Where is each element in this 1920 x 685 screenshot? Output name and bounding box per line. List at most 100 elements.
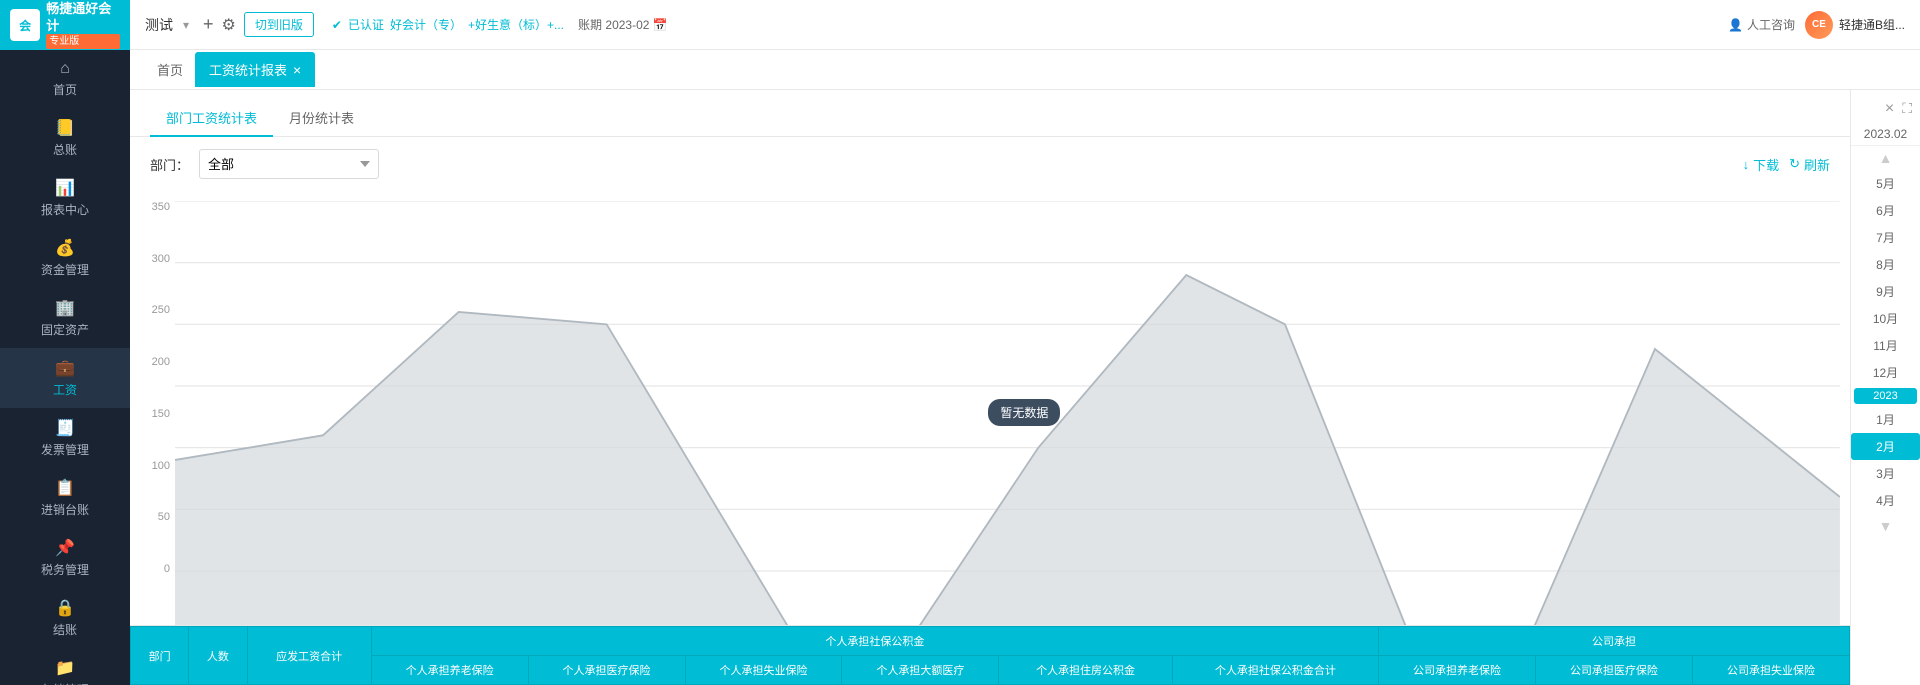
month-10[interactable]: 10月: [1851, 305, 1920, 332]
funds-icon: 💰: [55, 238, 75, 258]
sidebar-item-reports[interactable]: 📊 报表中心: [0, 168, 130, 228]
sidebar-label-funds: 资金管理: [41, 261, 89, 278]
panel-expand-icon[interactable]: ⛶: [1902, 100, 1912, 118]
home-icon: ⌂: [60, 60, 70, 78]
refresh-icon: ↻: [1789, 156, 1800, 172]
sidebar-item-sales[interactable]: 📋 进销台账: [0, 468, 130, 528]
tab-close-icon[interactable]: ×: [293, 62, 301, 78]
month-3[interactable]: 3月: [1851, 460, 1920, 487]
sidebar-item-tax[interactable]: 📌 税务管理: [0, 528, 130, 588]
year-2023-badge: 2023: [1854, 388, 1916, 404]
user-name: 轻捷通B组...: [1839, 16, 1905, 33]
account-type: 好会计（专）: [390, 16, 462, 33]
ledger-icon: 📒: [55, 118, 75, 138]
toolbar-left: 部门： 全部: [150, 149, 379, 179]
dept-label: 部门：: [150, 155, 189, 174]
content-area: 首页 工资统计报表 × 部门工资统计表 月份统计表 部门： 全部: [130, 50, 1920, 685]
col-personal-medical: 个人承担医疗保险: [528, 656, 685, 685]
sidebar-item-home[interactable]: ⌂ 首页: [0, 50, 130, 108]
page-inner: 部门工资统计表 月份统计表 部门： 全部 ↓ 下载: [130, 90, 1850, 685]
y-label-0: 0: [135, 563, 170, 575]
month-4[interactable]: 4月: [1851, 487, 1920, 514]
subtab-dept[interactable]: 部门工资统计表: [150, 100, 273, 137]
refresh-button[interactable]: ↻ 刷新: [1789, 155, 1830, 174]
col-group-personal: 个人承担社保公积金: [371, 627, 1378, 656]
sidebar-item-archive[interactable]: 📁 归档管理: [0, 648, 130, 685]
tab-label: 工资统计报表: [209, 60, 287, 79]
switch-version-button[interactable]: 切到旧版: [244, 12, 314, 37]
col-group-company: 公司承担: [1379, 627, 1850, 656]
tax-icon: 📌: [55, 538, 75, 558]
sidebar-label-home: 首页: [53, 81, 77, 98]
sidebar: 会 畅捷通好会计 专业版 ⌂ 首页 📒 总账 📊 报表中心 💰 资金管理 🏢 固…: [0, 0, 130, 685]
col-personal-unemployment: 个人承担失业保险: [685, 656, 842, 685]
salary-icon: 💼: [55, 358, 75, 378]
topbar-right: 👤 人工咨询 CE 轻捷通B组...: [1728, 11, 1905, 39]
help-button[interactable]: 👤 人工咨询: [1728, 16, 1795, 33]
main-content: 测试 ▾ + ⚙ 切到旧版 ✔ 已认证 好会计（专） +好生意（标）+... 账…: [130, 0, 1920, 685]
col-dept: 部门: [131, 627, 189, 685]
next-period-icon[interactable]: ▼: [1875, 514, 1897, 538]
col-personal-large-medical: 个人承担大额医疗: [842, 656, 999, 685]
col-personal-housing: 个人承担住房公积金: [999, 656, 1172, 685]
user-menu[interactable]: CE 轻捷通B组...: [1805, 11, 1905, 39]
month-1[interactable]: 1月: [1851, 406, 1920, 433]
topbar-status: ✔ 已认证 好会计（专） +好生意（标）+...: [332, 16, 564, 33]
month-6[interactable]: 6月: [1851, 197, 1920, 224]
sidebar-label-closing: 结账: [53, 621, 77, 638]
sales-icon: 📋: [55, 478, 75, 498]
prev-period-icon[interactable]: ▲: [1875, 146, 1897, 170]
help-icon: 👤: [1728, 18, 1743, 32]
topbar: 测试 ▾ + ⚙ 切到旧版 ✔ 已认证 好会计（专） +好生意（标）+... 账…: [130, 0, 1920, 50]
right-panel: × ⛶ 2023.02 ▲ 5月 6月 7月 8月 9月 10月 11月 12月…: [1850, 90, 1920, 685]
period-label: 账期 2023-02 📅: [578, 16, 668, 33]
month-8[interactable]: 8月: [1851, 251, 1920, 278]
month-7[interactable]: 7月: [1851, 224, 1920, 251]
sidebar-label-tax: 税务管理: [41, 561, 89, 578]
month-2-active[interactable]: 2月: [1851, 433, 1920, 460]
y-label-200: 200: [135, 356, 170, 368]
panel-close-icon[interactable]: ×: [1885, 100, 1894, 118]
sidebar-label-ledger: 总账: [53, 141, 77, 158]
subtabs: 部门工资统计表 月份统计表: [130, 90, 1850, 137]
download-button[interactable]: ↓ 下载: [1743, 155, 1780, 174]
archive-icon: 📁: [55, 658, 75, 678]
logo-name: 畅捷通好会计: [46, 1, 120, 35]
sidebar-item-closing[interactable]: 🔒 结账: [0, 588, 130, 648]
sidebar-label-reports: 报表中心: [41, 201, 89, 218]
company-dropdown-icon[interactable]: ▾: [183, 18, 189, 32]
logo-edition: 专业版: [46, 34, 120, 49]
subtab-monthly[interactable]: 月份统计表: [273, 100, 370, 137]
col-company-medical: 公司承担医疗保险: [1535, 656, 1692, 685]
toolbar: 部门： 全部 ↓ 下载 ↻ 刷新: [130, 137, 1850, 191]
assets-icon: 🏢: [55, 298, 75, 318]
closing-icon: 🔒: [55, 598, 75, 618]
sidebar-label-invoice: 发票管理: [41, 441, 89, 458]
sidebar-label-archive: 归档管理: [41, 681, 89, 685]
area-chart: [175, 201, 1840, 625]
status-label: 已认证: [348, 16, 384, 33]
month-5[interactable]: 5月: [1851, 170, 1920, 197]
sidebar-item-funds[interactable]: 💰 资金管理: [0, 228, 130, 288]
chart-area: 0 50 100 150 200 250 300 350: [130, 191, 1850, 625]
sidebar-item-salary[interactable]: 💼 工资: [0, 348, 130, 408]
sidebar-item-assets[interactable]: 🏢 固定资产: [0, 288, 130, 348]
tab-home[interactable]: 首页: [145, 52, 195, 87]
tab-salary-report[interactable]: 工资统计报表 ×: [195, 52, 315, 87]
sidebar-logo: 会 畅捷通好会计 专业版: [0, 0, 130, 50]
add-button[interactable]: +: [203, 14, 214, 35]
sidebar-item-invoice[interactable]: 🧾 发票管理: [0, 408, 130, 468]
certified-icon: ✔: [332, 18, 342, 32]
dept-select[interactable]: 全部: [199, 149, 379, 179]
month-12[interactable]: 12月: [1851, 359, 1920, 386]
sidebar-label-sales: 进销台账: [41, 501, 89, 518]
sidebar-item-ledger[interactable]: 📒 总账: [0, 108, 130, 168]
month-11[interactable]: 11月: [1851, 332, 1920, 359]
settings-icon[interactable]: ⚙: [222, 15, 236, 35]
col-count: 人数: [189, 627, 247, 685]
col-total-salary: 应发工资合计: [247, 627, 371, 685]
logo-icon: 会: [10, 9, 40, 41]
topbar-actions: + ⚙ 切到旧版: [203, 12, 314, 37]
month-9[interactable]: 9月: [1851, 278, 1920, 305]
col-personal-total: 个人承担社保公积金合计: [1172, 656, 1378, 685]
